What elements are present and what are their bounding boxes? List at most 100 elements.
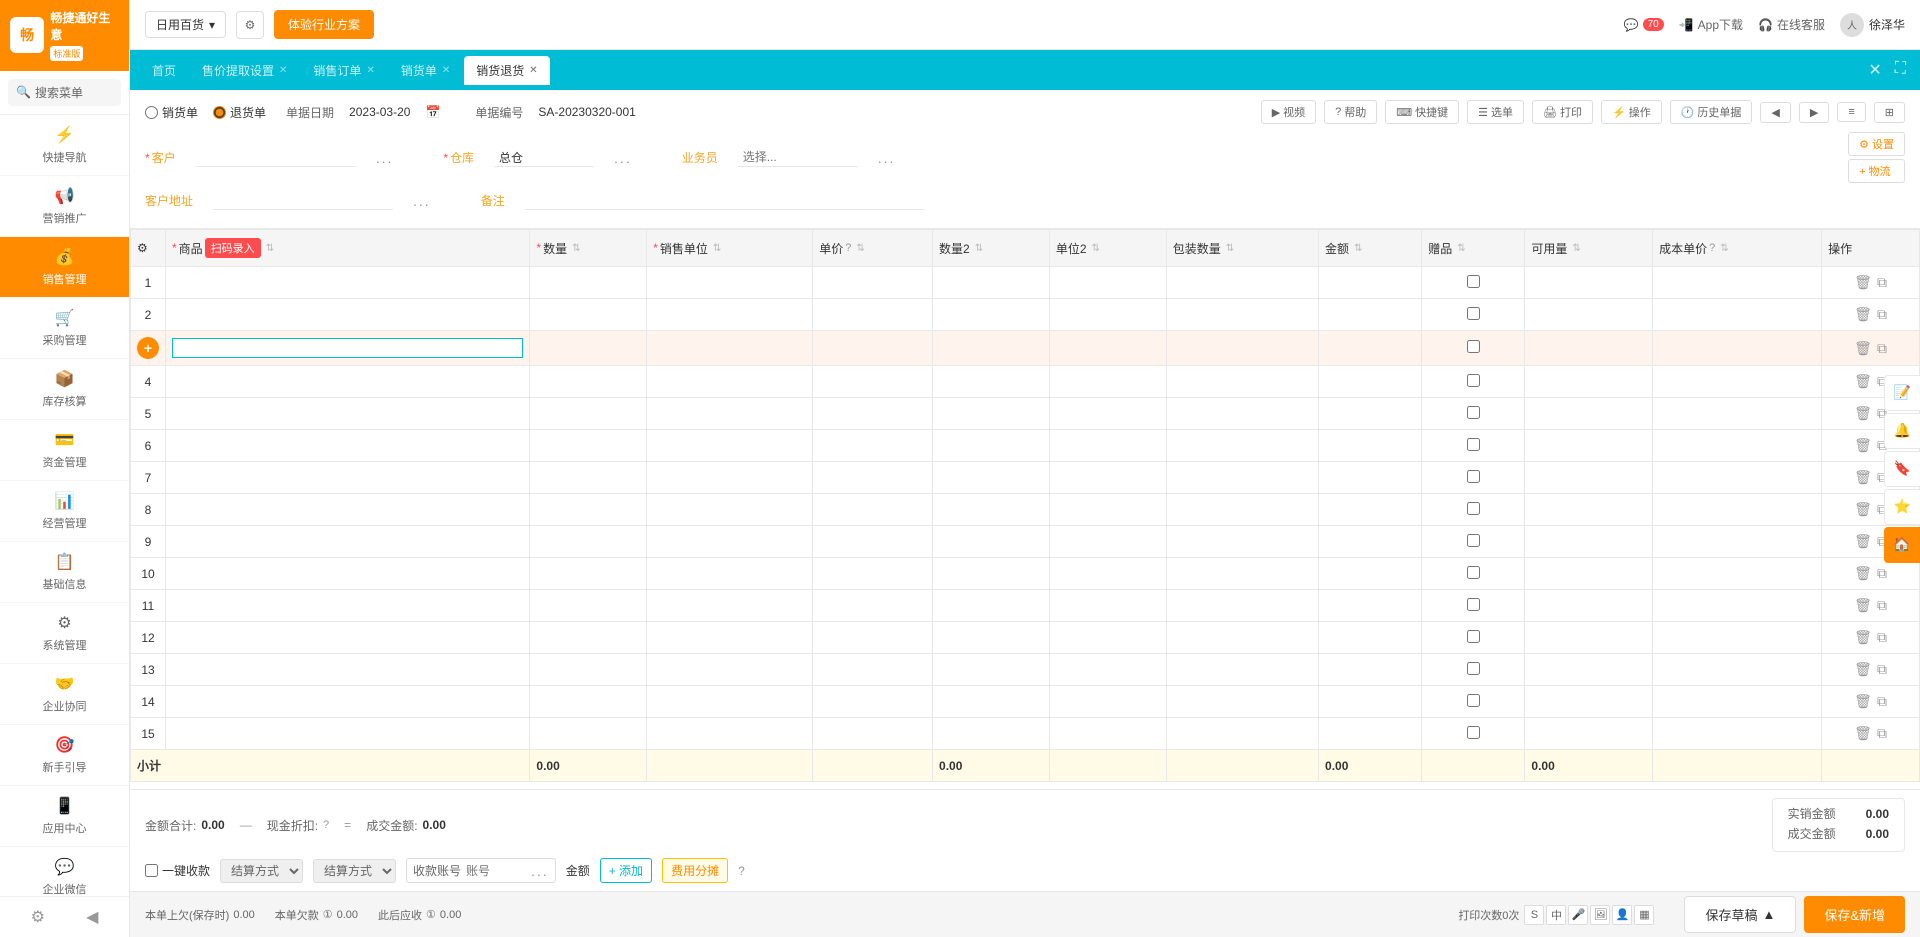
row-2-unit-price[interactable] xyxy=(813,299,933,331)
row-3-unit2[interactable] xyxy=(1049,331,1166,366)
row-4-quantity[interactable] xyxy=(530,366,647,398)
row-6-pack-qty[interactable] xyxy=(1166,430,1318,462)
floating-action-2[interactable]: 🔔 xyxy=(1884,413,1920,449)
app-download-button[interactable]: 📲 App下载 xyxy=(1679,16,1743,33)
row-1-product[interactable] xyxy=(166,267,530,299)
row-15-unit-price[interactable] xyxy=(813,718,933,750)
row-2-available[interactable] xyxy=(1525,299,1653,331)
unit-sort-icon[interactable]: ⇅ xyxy=(713,243,721,254)
row-10-gift-checkbox[interactable] xyxy=(1467,566,1480,579)
logistics-button[interactable]: + 物流 xyxy=(1848,159,1905,183)
tab-fullscreen-button[interactable]: ⛶ xyxy=(1891,58,1910,82)
sidebar-item-system-mgmt[interactable]: ⚙ 系统管理 xyxy=(0,603,129,664)
account-field[interactable]: 收款账号 ... xyxy=(406,858,556,883)
row-10-cost-price[interactable] xyxy=(1653,558,1822,590)
row-11-available[interactable] xyxy=(1525,590,1653,622)
row-12-delete-button[interactable]: 🗑 xyxy=(1853,628,1873,647)
row-14-product[interactable] xyxy=(166,686,530,718)
row-10-amount[interactable] xyxy=(1319,558,1422,590)
row-6-amount[interactable] xyxy=(1319,430,1422,462)
row-8-amount[interactable] xyxy=(1319,494,1422,526)
row-15-sales-unit[interactable] xyxy=(647,718,813,750)
floating-action-1[interactable]: 📝 xyxy=(1884,375,1920,411)
row-13-gift-checkbox[interactable] xyxy=(1467,662,1480,675)
online-service-button[interactable]: 🎧 在线客服 xyxy=(1758,16,1825,33)
row-10-qty2[interactable] xyxy=(933,558,1050,590)
sidebar-item-fund-mgmt[interactable]: 💳 资金管理 xyxy=(0,420,129,481)
row-5-qty2[interactable] xyxy=(933,398,1050,430)
row-1-qty2[interactable] xyxy=(933,267,1050,299)
row-4-unit-price[interactable] xyxy=(813,366,933,398)
row-10-product[interactable] xyxy=(166,558,530,590)
row-4-gift-checkbox[interactable] xyxy=(1467,374,1480,387)
row-11-copy-button[interactable]: ⧉ xyxy=(1876,596,1888,615)
available-sort-icon[interactable]: ⇅ xyxy=(1572,243,1580,254)
sidebar-item-operations[interactable]: 📊 经营管理 xyxy=(0,481,129,542)
row-1-pack-qty[interactable] xyxy=(1166,267,1318,299)
row-11-unit2[interactable] xyxy=(1049,590,1166,622)
row-4-pack-qty[interactable] xyxy=(1166,366,1318,398)
address-select-button[interactable]: ... xyxy=(413,193,431,209)
row-10-available[interactable] xyxy=(1525,558,1653,590)
operate-button[interactable]: ⚡ 操作 xyxy=(1601,100,1662,124)
row-14-amount[interactable] xyxy=(1319,686,1422,718)
row-4-delete-button[interactable]: 🗑 xyxy=(1853,372,1873,391)
row-14-delete-button[interactable]: 🗑 xyxy=(1853,692,1873,711)
row-14-quantity[interactable] xyxy=(530,686,647,718)
sidebar-item-basic-info[interactable]: 📋 基础信息 xyxy=(0,542,129,603)
history-button[interactable]: 🕐 历史单据 xyxy=(1670,100,1753,124)
row-2-unit2[interactable] xyxy=(1049,299,1166,331)
row-11-gift-checkbox[interactable] xyxy=(1467,598,1480,611)
row-8-sales-unit[interactable] xyxy=(647,494,813,526)
floating-action-4[interactable]: ⭐ xyxy=(1884,489,1920,525)
sidebar-item-sales-mgmt[interactable]: 💰 销售管理 xyxy=(0,237,129,298)
ime-barcode-button[interactable]: ▦ xyxy=(1634,905,1654,925)
row-9-gift-checkbox[interactable] xyxy=(1467,534,1480,547)
row-13-gift[interactable] xyxy=(1422,654,1525,686)
row-12-available[interactable] xyxy=(1525,622,1653,654)
row-15-cost-price[interactable] xyxy=(1653,718,1822,750)
row-7-available[interactable] xyxy=(1525,462,1653,494)
scan-entry-button[interactable]: 扫码录入 xyxy=(205,238,261,258)
row-8-unit2[interactable] xyxy=(1049,494,1166,526)
row-14-qty2[interactable] xyxy=(933,686,1050,718)
row-14-available[interactable] xyxy=(1525,686,1653,718)
row-10-copy-button[interactable]: ⧉ xyxy=(1876,564,1888,583)
user-profile-button[interactable]: 人 徐泽华 xyxy=(1840,13,1905,37)
one-key-pay-checkbox[interactable]: 一键收款 xyxy=(145,862,210,879)
row-8-available[interactable] xyxy=(1525,494,1653,526)
row-6-cost-price[interactable] xyxy=(1653,430,1822,462)
row-1-gift-checkbox[interactable] xyxy=(1467,275,1480,288)
calculation-select[interactable]: 结算方式 xyxy=(313,859,396,883)
sidebar-item-enterprise[interactable]: 🤝 企业协同 xyxy=(0,664,129,725)
row-8-qty2[interactable] xyxy=(933,494,1050,526)
row-12-gift-checkbox[interactable] xyxy=(1467,630,1480,643)
row-6-quantity[interactable] xyxy=(530,430,647,462)
row-12-gift[interactable] xyxy=(1422,622,1525,654)
list-view-button[interactable]: ≡ xyxy=(1837,102,1865,122)
row-12-copy-button[interactable]: ⧉ xyxy=(1876,628,1888,647)
ime-person-button[interactable]: 👤 xyxy=(1612,905,1632,925)
row-14-gift[interactable] xyxy=(1422,686,1525,718)
row-14-unit-price[interactable] xyxy=(813,686,933,718)
row-5-gift[interactable] xyxy=(1422,398,1525,430)
staff-input[interactable] xyxy=(738,148,858,167)
row-7-cost-price[interactable] xyxy=(1653,462,1822,494)
col-header-gear[interactable]: ⚙ xyxy=(131,230,166,267)
row-7-product[interactable] xyxy=(166,462,530,494)
row-12-product[interactable] xyxy=(166,622,530,654)
row-2-pack-qty[interactable] xyxy=(1166,299,1318,331)
amount-sort-icon[interactable]: ⇅ xyxy=(1354,243,1362,254)
tab-sales-return-close[interactable]: ✕ xyxy=(529,65,537,76)
row-8-gift-checkbox[interactable] xyxy=(1467,502,1480,515)
row-7-unit-price[interactable] xyxy=(813,462,933,494)
fee-split-button[interactable]: 费用分摊 xyxy=(662,858,728,883)
row-1-delete-button[interactable]: 🗑 xyxy=(1853,273,1873,292)
row-3-gift-checkbox[interactable] xyxy=(1467,340,1480,353)
save-draft-button[interactable]: 保存草稿 ▲ xyxy=(1684,896,1796,933)
warehouse-input[interactable] xyxy=(494,148,594,167)
tab-close-all-button[interactable]: ✕ xyxy=(1864,58,1885,82)
customer-select-button[interactable]: ... xyxy=(376,150,394,166)
row-9-available[interactable] xyxy=(1525,526,1653,558)
radio-sales-input[interactable] xyxy=(145,106,158,119)
